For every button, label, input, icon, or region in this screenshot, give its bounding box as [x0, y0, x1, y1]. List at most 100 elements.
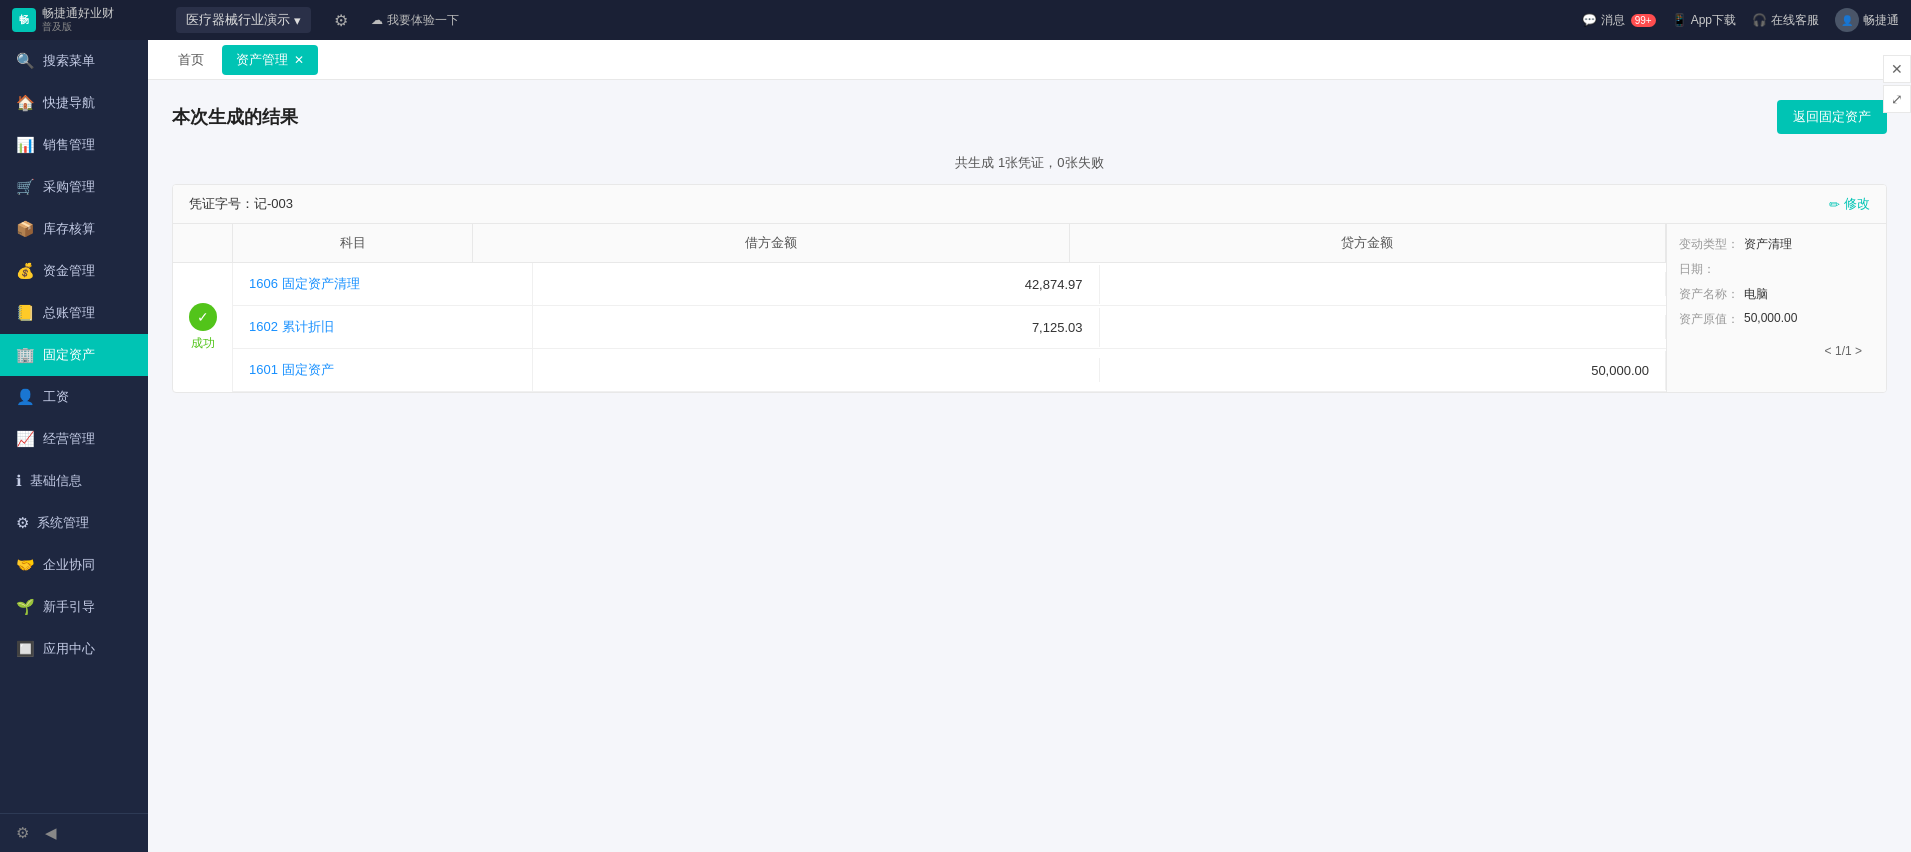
sales-icon: 📊: [16, 136, 35, 154]
return-button[interactable]: 返回固定资产: [1777, 100, 1887, 134]
funds-icon: 💰: [16, 262, 35, 280]
header-settings-button[interactable]: ⚙: [327, 6, 355, 34]
sidebar-item-basic-info[interactable]: ℹ 基础信息: [0, 460, 148, 502]
sidebar-settings-button[interactable]: ⚙: [16, 824, 29, 842]
page-title: 本次生成的结果: [172, 105, 298, 129]
credit-cell-2: [1100, 315, 1667, 339]
voucher-table: 科目 借方金额 贷方金额 ✓ 成功: [173, 224, 1886, 392]
th-credit: 贷方金额: [1070, 224, 1667, 262]
tab-asset-mgmt[interactable]: 资产管理 ✕: [222, 45, 318, 75]
edit-button[interactable]: ✏ 修改: [1829, 195, 1870, 213]
search-icon: 🔍: [16, 52, 35, 70]
sidebar-item-search-menu[interactable]: 🔍 搜索菜单: [0, 40, 148, 82]
original-value-row: 资产原值： 50,000.00: [1679, 311, 1874, 328]
voucher-number: 凭证字号：记-003: [189, 195, 293, 213]
date-label: 日期：: [1679, 261, 1744, 278]
sidebar-bottom: ⚙ ◀: [0, 813, 148, 852]
app-version: 普及版: [42, 20, 114, 34]
original-value-label: 资产原值：: [1679, 311, 1744, 328]
sidebar-item-app-center[interactable]: 🔲 应用中心: [0, 628, 148, 670]
user-area[interactable]: 👤 畅捷通: [1835, 8, 1899, 32]
sidebar-item-payroll[interactable]: 👤 工资: [0, 376, 148, 418]
sidebar-item-funds[interactable]: 💰 资金管理: [0, 250, 148, 292]
table-row: 1606 固定资产清理 42,874.97: [233, 263, 1666, 306]
edit-icon: ✏: [1829, 197, 1840, 212]
guide-icon: 🌱: [16, 598, 35, 616]
sidebar-item-sales[interactable]: 📊 销售管理: [0, 124, 148, 166]
sidebar-item-system[interactable]: ⚙ 系统管理: [0, 502, 148, 544]
purchase-icon: 🛒: [16, 178, 35, 196]
side-panel: 变动类型： 资产清理 日期： 资产名称： 电脑 资产原值：: [1666, 224, 1886, 392]
logo-area: 畅 畅捷通好业财 普及版: [12, 6, 160, 34]
sidebar-item-quick-nav[interactable]: 🏠 快捷导航: [0, 82, 148, 124]
ledger-icon: 📒: [16, 304, 35, 322]
close-panel-button[interactable]: ✕: [1883, 55, 1911, 83]
result-summary: 共生成 1张凭证，0张失败: [172, 154, 1887, 172]
sidebar-item-enterprise[interactable]: 🤝 企业协同: [0, 544, 148, 586]
voucher-header: 凭证字号：记-003 ✏ 修改: [173, 185, 1886, 224]
date-row: 日期：: [1679, 261, 1874, 278]
success-label: 成功: [191, 335, 215, 352]
next-page-button[interactable]: >: [1855, 344, 1862, 358]
messages-button[interactable]: 💬 消息 99+: [1582, 12, 1656, 29]
user-icon: 👤: [1841, 15, 1853, 26]
page-header: 本次生成的结果 返回固定资产: [172, 100, 1887, 134]
app-name: 畅捷通好业财: [42, 6, 114, 20]
app-download-button[interactable]: 📱 App下载: [1672, 12, 1736, 29]
table-row-group: ✓ 成功 1606 固定资产清理 42,874.97: [173, 263, 1666, 392]
sidebar-item-fixed-assets[interactable]: 🏢 固定资产: [0, 334, 148, 376]
headset-icon: 🎧: [1752, 13, 1767, 27]
original-value-value: 50,000.00: [1744, 311, 1797, 328]
info-icon: ℹ: [16, 472, 22, 490]
app-logo-icon: 畅: [12, 8, 36, 32]
inventory-icon: 📦: [16, 220, 35, 238]
content-area: 首页 资产管理 ✕ 本次生成的结果 返回固定资产 共生成 1张凭证，0张失败 凭…: [148, 40, 1911, 852]
sidebar-item-purchase[interactable]: 🛒 采购管理: [0, 166, 148, 208]
payroll-icon: 👤: [16, 388, 35, 406]
sidebar-collapse-button[interactable]: ◀: [45, 824, 57, 842]
sidebar-item-operations[interactable]: 📈 经营管理: [0, 418, 148, 460]
asset-name-label: 资产名称：: [1679, 286, 1744, 303]
cloud-icon: ☁: [371, 13, 383, 27]
fixed-assets-icon: 🏢: [16, 346, 35, 364]
account-cell-2: 1602 累计折旧: [233, 306, 533, 348]
status-column: ✓ 成功: [173, 263, 233, 392]
download-icon: 📱: [1672, 13, 1687, 27]
asset-name-value: 电脑: [1744, 286, 1768, 303]
table-body: ✓ 成功 1606 固定资产清理 42,874.97: [173, 263, 1666, 392]
th-debit: 借方金额: [473, 224, 1070, 262]
credit-cell-3: 50,000.00: [1100, 351, 1667, 390]
prev-page-button[interactable]: <: [1825, 344, 1832, 358]
header-middle: 医疗器械行业演示 ▾ ⚙ ☁ 我要体验一下: [160, 0, 1582, 40]
th-account: 科目: [233, 224, 473, 262]
asset-name-row: 资产名称： 电脑: [1679, 286, 1874, 303]
expand-panel-button[interactable]: ⤢: [1883, 85, 1911, 113]
chevron-down-icon: ▾: [294, 13, 301, 28]
top-header: 畅 畅捷通好业财 普及版 医疗器械行业演示 ▾ ⚙ ☁ 我要体验一下 💬 消息 …: [0, 0, 1911, 40]
sidebar-item-ledger[interactable]: 📒 总账管理: [0, 292, 148, 334]
main-layout: 🔍 搜索菜单 🏠 快捷导航 📊 销售管理 🛒 采购管理 📦 库存核算 💰 资金管…: [0, 40, 1911, 852]
tab-close-button[interactable]: ✕: [294, 53, 304, 67]
sidebar-item-inventory[interactable]: 📦 库存核算: [0, 208, 148, 250]
message-icon: 💬: [1582, 13, 1597, 27]
experience-button[interactable]: ☁ 我要体验一下: [371, 12, 459, 29]
gear-icon: ⚙: [334, 11, 348, 30]
sidebar-item-guide[interactable]: 🌱 新手引导: [0, 586, 148, 628]
avatar: 👤: [1835, 8, 1859, 32]
company-selector[interactable]: 医疗器械行业演示 ▾: [176, 7, 311, 33]
tab-bar: 首页 资产管理 ✕: [148, 40, 1911, 80]
table-header: 科目 借方金额 贷方金额: [173, 224, 1666, 263]
app-center-icon: 🔲: [16, 640, 35, 658]
header-right: 💬 消息 99+ 📱 App下载 🎧 在线客服 👤 畅捷通: [1582, 8, 1899, 32]
system-icon: ⚙: [16, 514, 29, 532]
table-main: 科目 借方金额 贷方金额 ✓ 成功: [173, 224, 1666, 392]
enterprise-icon: 🤝: [16, 556, 35, 574]
page-indicator: 1/1: [1835, 344, 1855, 358]
pagination: < 1/1 >: [1679, 336, 1874, 366]
home-icon: 🏠: [16, 94, 35, 112]
table-row: 1602 累计折旧 7,125.03: [233, 306, 1666, 349]
online-service-button[interactable]: 🎧 在线客服: [1752, 12, 1819, 29]
page-content: 本次生成的结果 返回固定资产 共生成 1张凭证，0张失败 凭证字号：记-003 …: [148, 80, 1911, 852]
tab-home[interactable]: 首页: [164, 45, 218, 75]
company-name: 医疗器械行业演示: [186, 11, 290, 29]
